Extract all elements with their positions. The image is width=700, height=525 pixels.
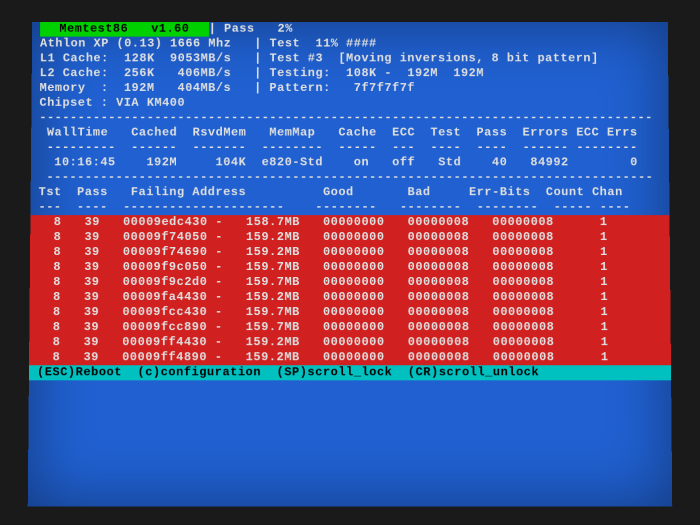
error-list: 8 39 00009edc430 - 158.7MB 00000000 0000… [29,215,671,365]
test-desc: | Test #3 [Moving inversions, 8 bit patt… [254,51,599,65]
chipset-row: Chipset : VIA KM400 [31,96,668,111]
error-header: Tst Pass Failing Address Good Bad Err-Bi… [31,185,670,200]
separator: ----------------------------------------… [31,111,668,126]
app-title: Memtest86 v1.60 [40,22,209,37]
error-row: 8 39 00009edc430 - 158.7MB 00000000 0000… [30,215,669,230]
separator: --- ---- --------------------- -------- … [30,200,669,215]
test-progress: | Test 11% #### [254,37,376,51]
error-row: 8 39 00009fa4430 - 159.2MB 00000000 0000… [30,290,671,305]
l2-cache: L2 Cache: 256K 406MB/s [40,66,232,80]
chipset-info: Chipset : VIA KM400 [39,96,185,110]
error-row: 8 39 00009ff4890 - 159.2MB 00000000 0000… [29,350,671,365]
testing-range: | Testing: 108K - 192M 192M [254,66,484,80]
mem-row: Memory : 192M 404MB/s | Pattern: 7f7f7f7… [32,81,669,96]
memory-info: Memory : 192M 404MB/s [40,81,232,95]
error-row: 8 39 00009fcc890 - 159.7MB 00000000 0000… [29,320,670,335]
header-row: Memtest86 v1.60 | Pass 2% [32,22,668,37]
memtest-screen: Memtest86 v1.60 | Pass 2% Athlon XP (0.1… [28,22,673,507]
separator: --------- ------ ------- -------- ----- … [31,141,669,156]
error-row: 8 39 00009ff4430 - 159.2MB 00000000 0000… [29,335,671,350]
pattern-info: | Pattern: 7f7f7f7f [254,81,415,95]
stats-header: WallTime Cached RsvdMem MemMap Cache ECC… [31,126,669,141]
error-row: 8 39 00009f9c050 - 159.7MB 00000000 0000… [30,260,670,275]
error-row: 8 39 00009fcc430 - 159.7MB 00000000 0000… [29,305,670,320]
error-row: 8 39 00009f74050 - 159.2MB 00000000 0000… [30,230,670,245]
l1-cache: L1 Cache: 128K 9053MB/s [40,51,231,65]
error-row: 8 39 00009f9c2d0 - 159.7MB 00000000 0000… [30,275,671,290]
l2-row: L2 Cache: 256K 406MB/s | Testing: 108K -… [32,66,669,81]
stats-values: 10:16:45 192M 104K e820-Std on off Std 4… [31,155,669,170]
cpu-info: Athlon XP (0.13) 1666 Mhz [40,37,231,51]
separator: ----------------------------------------… [31,170,670,185]
error-row: 8 39 00009f74690 - 159.2MB 00000000 0000… [30,245,670,260]
cpu-row: Athlon XP (0.13) 1666 Mhz | Test 11% ###… [32,37,668,52]
footer-commands[interactable]: (ESC)Reboot (c)configuration (SP)scroll_… [29,365,671,380]
pass-progress: | Pass 2% [209,22,293,36]
l1-row: L1 Cache: 128K 9053MB/s | Test #3 [Movin… [32,51,668,66]
